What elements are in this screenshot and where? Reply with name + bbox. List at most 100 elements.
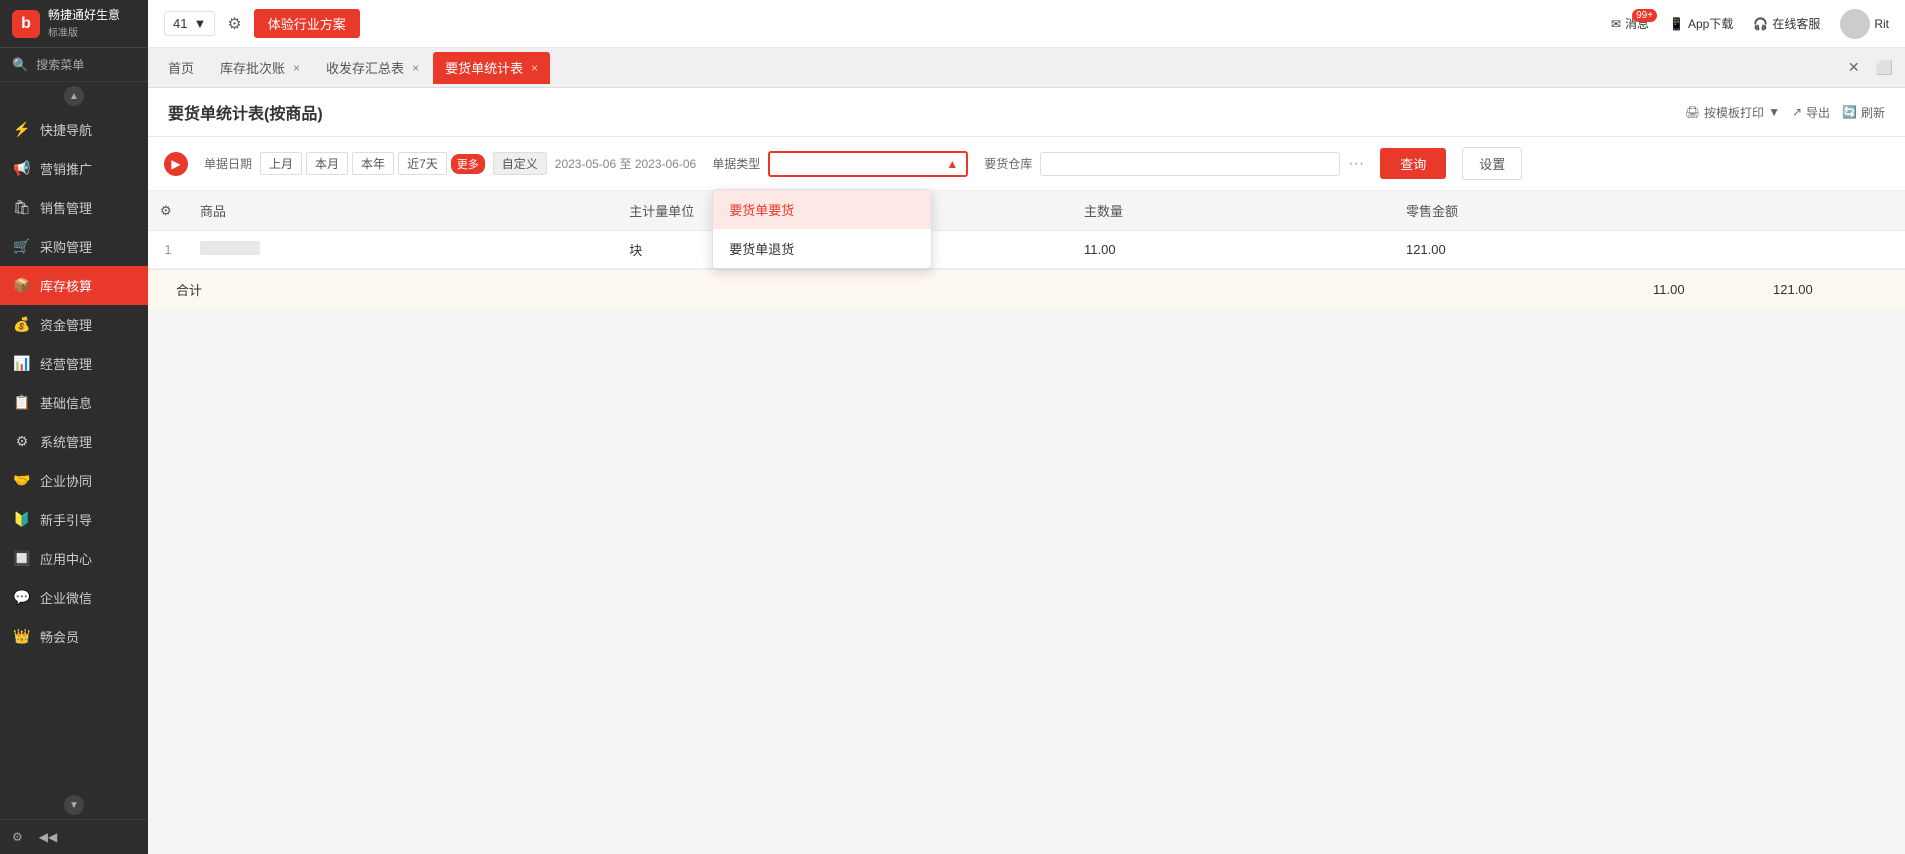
tab-home[interactable]: 首页 bbox=[156, 52, 206, 84]
logo-name: 畅捷通好生意 bbox=[48, 8, 120, 24]
search-menu[interactable]: 🔍 搜索菜单 bbox=[0, 48, 148, 82]
tab-order-stats-close[interactable]: × bbox=[531, 61, 538, 75]
type-filter-group: 单据类型 ▲ 要货单要货 要货单退货 bbox=[712, 151, 968, 177]
sales-label: 销售管理 bbox=[40, 198, 92, 217]
page-header: 要货单统计表(按商品) 🖨 按模板打印 ▼ ↗ 导出 🔄 刷新 bbox=[148, 88, 1905, 137]
type-select[interactable]: ▲ bbox=[768, 151, 968, 177]
refresh-icon: 🔄 bbox=[1842, 105, 1857, 119]
date-custom-btn[interactable]: 自定义 bbox=[493, 152, 547, 175]
search-icon: 🔍 bbox=[12, 57, 28, 73]
col-settings[interactable]: ⚙ bbox=[148, 191, 188, 231]
tab-receive-summary-close[interactable]: × bbox=[412, 61, 419, 75]
tab-receive-summary[interactable]: 收发存汇总表 × bbox=[314, 52, 431, 84]
app-download-btn[interactable]: 📱 App下载 bbox=[1669, 15, 1733, 32]
app-download-label: App下载 bbox=[1688, 15, 1733, 32]
basic-label: 基础信息 bbox=[40, 393, 92, 412]
sidebar-item-basic[interactable]: 📋 基础信息 bbox=[0, 383, 148, 422]
date-this-month-btn[interactable]: 本月 bbox=[306, 152, 348, 175]
date-7days-btn[interactable]: 近7天 bbox=[398, 152, 447, 175]
dropdown-item-order[interactable]: 要货单要货 bbox=[713, 190, 931, 229]
online-service-btn[interactable]: 🎧 在线客服 bbox=[1753, 15, 1820, 32]
warehouse-filter-label: 要货仓库 bbox=[984, 155, 1032, 172]
footer-amount: 121.00 bbox=[1773, 282, 1893, 297]
filter-more-dots-btn[interactable]: ··· bbox=[1348, 155, 1364, 173]
purchase-icon: 🛒 bbox=[12, 238, 32, 255]
scroll-up-button[interactable]: ▲ bbox=[64, 86, 84, 106]
print-btn[interactable]: 🖨 按模板打印 ▼ bbox=[1685, 104, 1780, 121]
tab-receive-summary-label: 收发存汇总表 bbox=[326, 58, 404, 77]
operations-label: 经营管理 bbox=[40, 354, 92, 373]
tab-order-stats-label: 要货单统计表 bbox=[445, 58, 523, 77]
appstore-icon: 🔲 bbox=[12, 550, 32, 567]
date-range-display: 2023-05-06 至 2023-06-06 bbox=[555, 155, 696, 172]
tab-inventory-batch[interactable]: 库存批次账 × bbox=[208, 52, 312, 84]
sidebar-item-guide[interactable]: 🔰 新手引导 bbox=[0, 500, 148, 539]
tab-order-stats[interactable]: 要货单统计表 × bbox=[433, 52, 550, 84]
sidebar-settings-btn[interactable]: ⚙ bbox=[12, 830, 23, 844]
quick-nav-icon: ⚡ bbox=[12, 121, 32, 138]
sidebar-item-finance[interactable]: 💰 资金管理 bbox=[0, 305, 148, 344]
tab-maximize-btn[interactable]: ⬜ bbox=[1872, 55, 1897, 80]
marketing-label: 营销推广 bbox=[40, 159, 92, 178]
sidebar-item-member[interactable]: 👑 畅会员 bbox=[0, 617, 148, 656]
sidebar-collapse-btn[interactable]: ◀◀ bbox=[39, 830, 57, 844]
purchase-label: 采购管理 bbox=[40, 237, 92, 256]
type-select-value bbox=[778, 157, 781, 171]
company-dropdown[interactable]: 41 ▼ bbox=[164, 11, 215, 36]
date-this-year-btn[interactable]: 本年 bbox=[352, 152, 394, 175]
content-area: 要货单统计表(按商品) 🖨 按模板打印 ▼ ↗ 导出 🔄 刷新 ▶ bbox=[148, 88, 1905, 854]
export-label: 导出 bbox=[1806, 104, 1830, 121]
table-settings-icon[interactable]: ⚙ bbox=[160, 203, 172, 218]
system-label: 系统管理 bbox=[40, 432, 92, 451]
scroll-up-indicator: ▲ bbox=[0, 82, 148, 110]
refresh-btn[interactable]: 🔄 刷新 bbox=[1842, 104, 1885, 121]
print-label: 按模板打印 bbox=[1704, 104, 1764, 121]
date-more-btn[interactable]: 更多 bbox=[451, 154, 485, 174]
sidebar-item-marketing[interactable]: 📢 营销推广 bbox=[0, 149, 148, 188]
sidebar-item-quick-nav[interactable]: ⚡ 快捷导航 bbox=[0, 110, 148, 149]
sidebar-item-operations[interactable]: 📊 经营管理 bbox=[0, 344, 148, 383]
logo-text: 畅捷通好生意 标准版 bbox=[48, 8, 120, 39]
sidebar-item-wechat[interactable]: 💬 企业微信 bbox=[0, 578, 148, 617]
tab-home-label: 首页 bbox=[168, 58, 194, 77]
messages-btn[interactable]: ✉ 消息 99+ bbox=[1611, 15, 1649, 32]
filter-settings-button[interactable]: 设置 bbox=[1462, 147, 1522, 180]
export-btn[interactable]: ↗ 导出 bbox=[1792, 104, 1830, 121]
header-right: ✉ 消息 99+ 📱 App下载 🎧 在线客服 Rit bbox=[1611, 9, 1889, 39]
tab-close-all-btn[interactable]: ✕ bbox=[1844, 55, 1864, 80]
sidebar-item-purchase[interactable]: 🛒 采购管理 bbox=[0, 227, 148, 266]
logo-icon: b bbox=[12, 10, 40, 38]
scroll-down-button[interactable]: ▼ bbox=[64, 795, 84, 815]
header-gear-icon[interactable]: ⚙ bbox=[227, 14, 241, 34]
table-footer: 合计 11.00 121.00 bbox=[148, 269, 1905, 309]
sidebar-item-appstore[interactable]: 🔲 应用中心 bbox=[0, 539, 148, 578]
sidebar-item-system[interactable]: ⚙ 系统管理 bbox=[0, 422, 148, 461]
date-last-month-btn[interactable]: 上月 bbox=[260, 152, 302, 175]
tab-inventory-batch-label: 库存批次账 bbox=[220, 58, 285, 77]
type-filter-label: 单据类型 bbox=[712, 155, 760, 172]
online-service-label: 在线客服 bbox=[1772, 15, 1820, 32]
query-button[interactable]: 查询 bbox=[1380, 148, 1446, 179]
sidebar-item-inventory[interactable]: 📦 库存核算 bbox=[0, 266, 148, 305]
sidebar-logo: b 畅捷通好生意 标准版 bbox=[0, 0, 148, 48]
finance-icon: 💰 bbox=[12, 316, 32, 333]
scroll-down-indicator: ▼ bbox=[0, 791, 148, 819]
tab-inventory-batch-close[interactable]: × bbox=[293, 61, 300, 75]
basic-icon: 📋 bbox=[12, 394, 32, 411]
sidebar-item-sales[interactable]: 🛍 销售管理 bbox=[0, 188, 148, 227]
search-menu-label: 搜索菜单 bbox=[36, 56, 84, 73]
product-placeholder bbox=[200, 241, 260, 255]
refresh-label: 刷新 bbox=[1861, 104, 1885, 121]
table-container: ⚙ 商品 主计量单位 主数量 零售金额 1 bbox=[148, 191, 1905, 269]
row-amount: 121.00 bbox=[1394, 231, 1782, 269]
trial-button[interactable]: 体验行业方案 bbox=[254, 9, 360, 38]
user-profile[interactable]: Rit bbox=[1840, 9, 1889, 39]
date-filter-label: 单据日期 bbox=[204, 155, 252, 172]
service-icon: 🎧 bbox=[1753, 17, 1768, 31]
filter-expand-btn[interactable]: ▶ bbox=[164, 152, 188, 176]
sidebar-item-enterprise[interactable]: 🤝 企业协同 bbox=[0, 461, 148, 500]
company-value: 41 bbox=[173, 16, 187, 31]
dropdown-item-return[interactable]: 要货单退货 bbox=[713, 229, 931, 268]
dropdown-arrow-icon: ▼ bbox=[193, 16, 206, 31]
warehouse-select[interactable] bbox=[1040, 152, 1340, 176]
